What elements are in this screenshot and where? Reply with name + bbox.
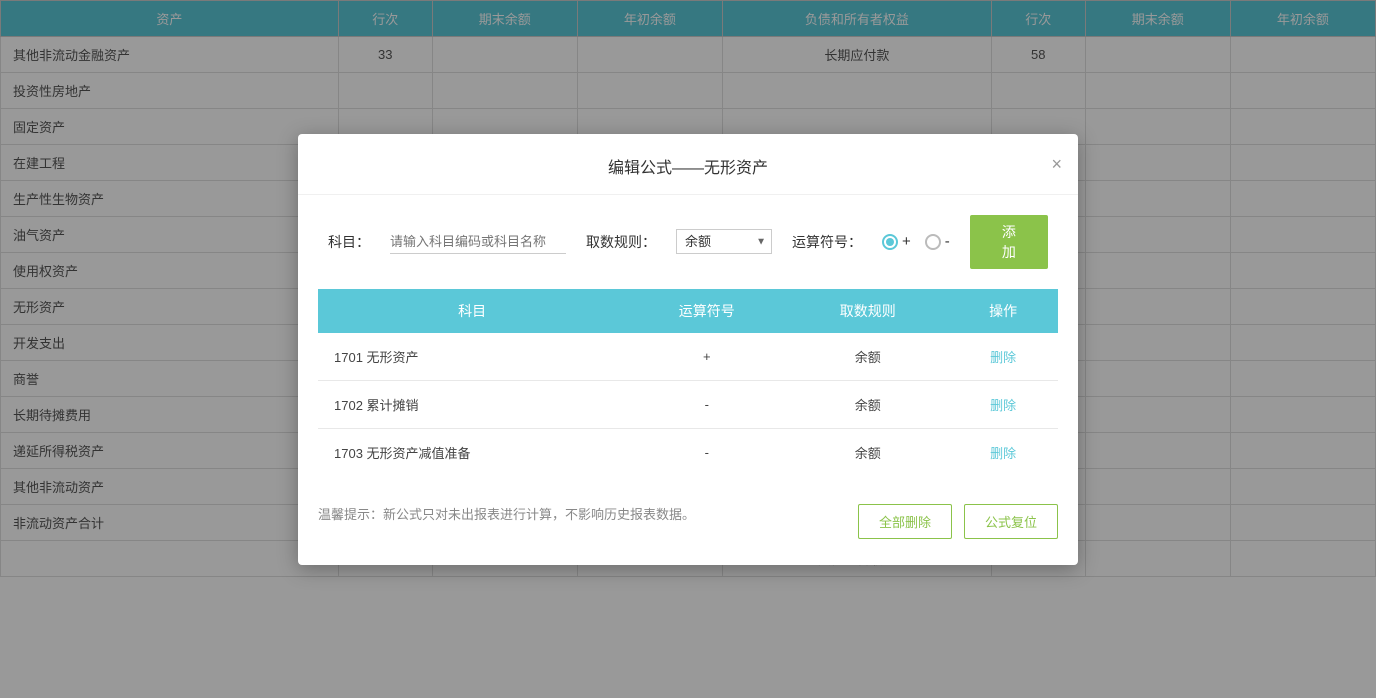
modal-form-row: 科目： 取数规则： 余额借方贷方借方发生额贷方发生额 运算符号： + - 添加 <box>298 195 1078 289</box>
operator-label: 运算符号： <box>792 232 862 252</box>
modal-close-button[interactable]: × <box>1051 155 1062 173</box>
row1-rule: 余额 <box>787 380 948 428</box>
modal-footer: 温馨提示：新公式只对未出报表进行计算，不影响历史报表数据。 全部删除 公式复位 <box>298 492 1078 545</box>
table-row-1: 1702 累计摊销 - 余额 删除 <box>318 380 1058 428</box>
subject-label: 科目： <box>328 232 370 252</box>
row0-rule: 余额 <box>787 333 948 381</box>
row2-rule: 余额 <box>787 428 948 476</box>
row0-operator: + <box>626 333 787 381</box>
modal-dialog: 编辑公式——无形资产 × 科目： 取数规则： 余额借方贷方借方发生额贷方发生额 … <box>298 134 1078 565</box>
radio-minus[interactable]: - <box>925 233 950 250</box>
th-rule: 取数规则 <box>787 289 948 333</box>
delete-button-1[interactable]: 删除 <box>990 395 1016 414</box>
subject-input[interactable] <box>390 230 566 254</box>
row1-operator: - <box>626 380 787 428</box>
row2-subject: 1703 无形资产减值准备 <box>318 428 626 476</box>
radio-minus-circle <box>925 234 941 250</box>
footer-buttons: 全部删除 公式复位 <box>858 504 1058 539</box>
th-subject: 科目 <box>318 289 626 333</box>
row0-action: 删除 <box>948 333 1058 381</box>
delete-button-2[interactable]: 删除 <box>990 443 1016 462</box>
table-row-2: 1703 无形资产减值准备 - 余额 删除 <box>318 428 1058 476</box>
rule-label: 取数规则： <box>586 232 656 252</box>
th-operator: 运算符号 <box>626 289 787 333</box>
radio-minus-label: - <box>945 233 950 250</box>
rule-select[interactable]: 余额借方贷方借方发生额贷方发生额 <box>676 229 772 254</box>
radio-plus-label: + <box>902 233 911 250</box>
rule-select-wrap[interactable]: 余额借方贷方借方发生额贷方发生额 <box>676 229 772 254</box>
row0-subject: 1701 无形资产 <box>318 333 626 381</box>
table-row-0: 1701 无形资产 + 余额 删除 <box>318 333 1058 381</box>
modal-overlay: 编辑公式——无形资产 × 科目： 取数规则： 余额借方贷方借方发生额贷方发生额 … <box>0 0 1376 698</box>
row2-operator: - <box>626 428 787 476</box>
row2-action: 删除 <box>948 428 1058 476</box>
hint-text: 温馨提示：新公式只对未出报表进行计算，不影响历史报表数据。 <box>318 504 695 523</box>
row1-action: 删除 <box>948 380 1058 428</box>
row1-subject: 1702 累计摊销 <box>318 380 626 428</box>
data-table-wrap: 科目 运算符号 取数规则 操作 1701 无形资产 + 余额 删除 <box>318 289 1058 476</box>
modal-header: 编辑公式——无形资产 × <box>298 134 1078 195</box>
radio-plus[interactable]: + <box>882 233 911 250</box>
th-action: 操作 <box>948 289 1058 333</box>
add-button[interactable]: 添加 <box>970 215 1048 269</box>
operator-radio-group: + - <box>882 233 950 250</box>
table-header-row: 科目 运算符号 取数规则 操作 <box>318 289 1058 333</box>
modal-title: 编辑公式——无形资产 <box>608 160 768 177</box>
delete-all-button[interactable]: 全部删除 <box>858 504 952 539</box>
formula-table: 科目 运算符号 取数规则 操作 1701 无形资产 + 余额 删除 <box>318 289 1058 476</box>
radio-plus-circle <box>882 234 898 250</box>
reset-button[interactable]: 公式复位 <box>964 504 1058 539</box>
delete-button-0[interactable]: 删除 <box>990 347 1016 366</box>
